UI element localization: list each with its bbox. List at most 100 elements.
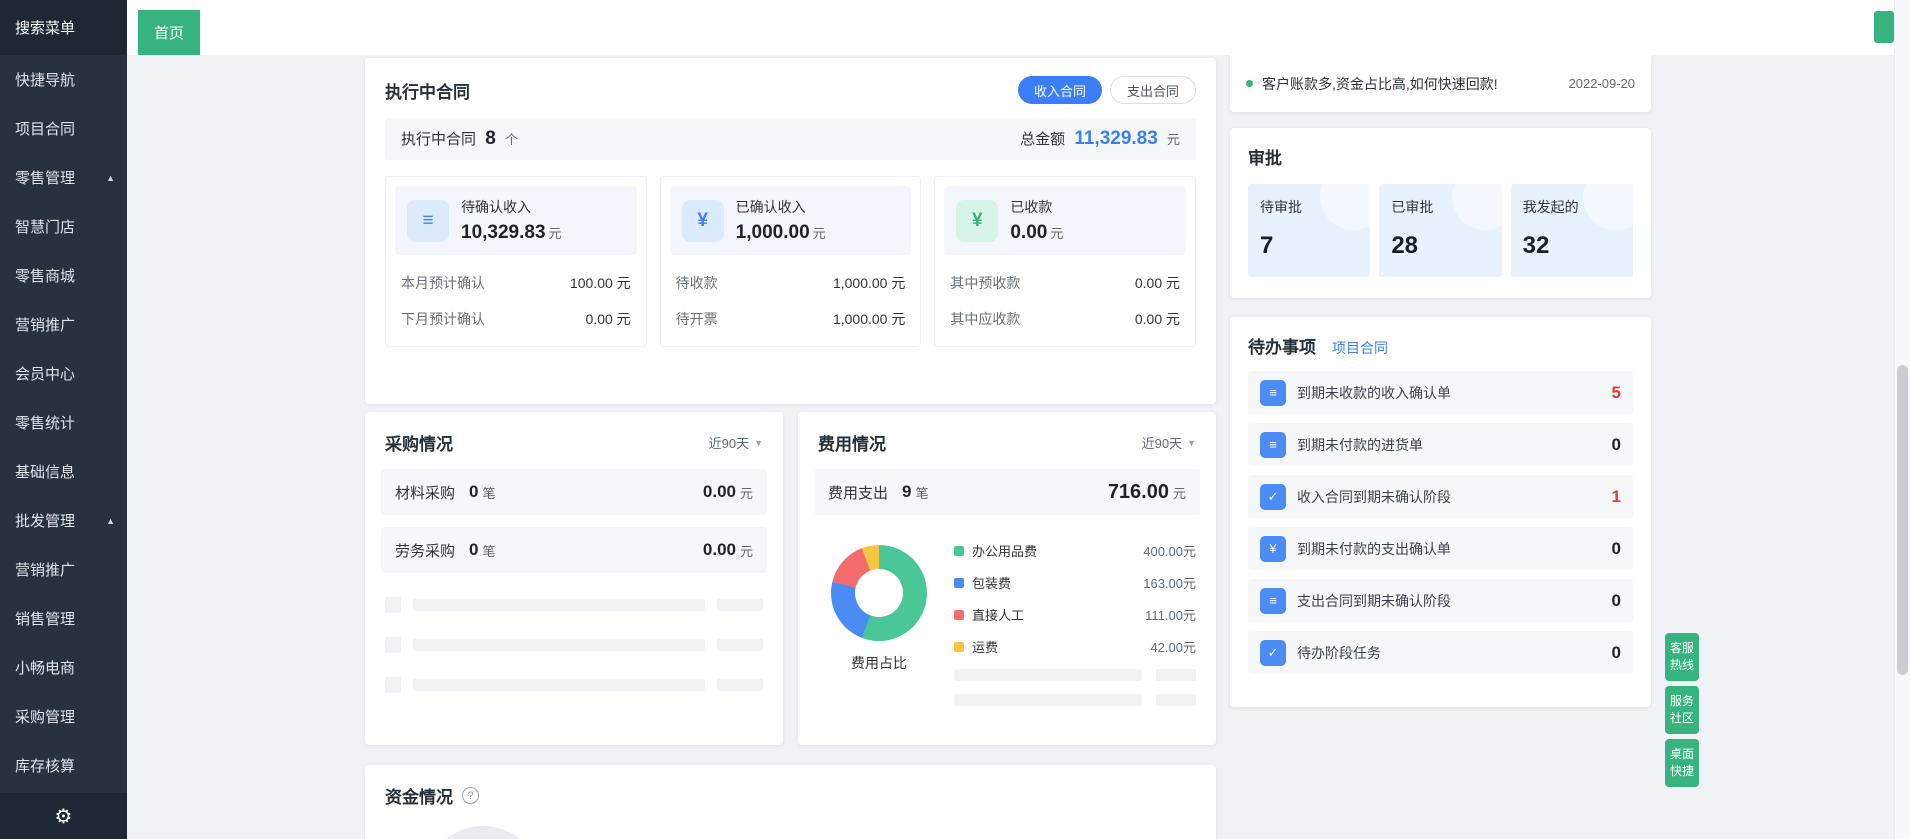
desktop-shortcut-button[interactable]: 桌面 快捷 bbox=[1665, 739, 1699, 787]
customer-service-button[interactable]: 客服 热线 bbox=[1665, 633, 1699, 681]
sidebar-item-label: 零售商城 bbox=[15, 268, 76, 285]
purchase-value-unit: 元 bbox=[739, 543, 753, 559]
legend-label: 运费 bbox=[972, 640, 999, 655]
sidebar-item[interactable]: 会员中心 bbox=[0, 349, 127, 398]
sidebar-item[interactable]: 零售商城 bbox=[0, 251, 127, 300]
service-community-button[interactable]: 服务 社区 bbox=[1665, 686, 1699, 734]
yuan-circle-icon: ¥ bbox=[956, 199, 999, 242]
chevron-up-icon: ▲ bbox=[106, 172, 115, 183]
vertical-scrollbar[interactable] bbox=[1894, 0, 1910, 839]
purchase-card-header: 采购情况 近90天 ▼ bbox=[365, 412, 783, 469]
help-icon[interactable]: ? bbox=[462, 787, 479, 804]
approval-stat-box[interactable]: 已审批 28 bbox=[1379, 184, 1502, 277]
approval-card-title: 审批 bbox=[1248, 149, 1282, 168]
contracts-card-title: 执行中合同 bbox=[385, 82, 470, 102]
tab-home-label: 首页 bbox=[153, 25, 184, 42]
approval-stat-value: 28 bbox=[1391, 232, 1419, 259]
contract-stat-label: 已确认收入 bbox=[735, 199, 806, 215]
todo-item[interactable]: ¥ 到期未付款的支出确认单 0 bbox=[1248, 527, 1633, 570]
sidebar-item[interactable]: 项目合同 bbox=[0, 104, 127, 153]
sidebar-item[interactable]: 零售管理 ▲ bbox=[0, 153, 127, 202]
contract-detail-rows: 待收款 1,000.00 元待开票 1,000.00 元 bbox=[670, 255, 912, 337]
chevron-down-icon: ▼ bbox=[754, 437, 763, 448]
todo-item-count: 0 bbox=[1611, 538, 1621, 558]
skeleton-square bbox=[385, 597, 401, 613]
task-icon: ✓ bbox=[1260, 639, 1286, 666]
contract-total-label: 总金额 bbox=[1020, 131, 1066, 148]
approval-stat-box[interactable]: 我发起的 32 bbox=[1510, 184, 1633, 277]
expense-card-title: 费用情况 bbox=[818, 435, 886, 454]
sidebar-item-label: 销售管理 bbox=[15, 611, 76, 628]
approval-stat-box[interactable]: 待审批 7 bbox=[1248, 184, 1371, 277]
sidebar-item[interactable]: 零售统计 bbox=[0, 398, 127, 447]
skeleton-bar bbox=[954, 669, 1142, 681]
contract-count-group: 执行中合同 8 个 bbox=[401, 128, 518, 150]
tabbar-scroll-button[interactable] bbox=[1874, 11, 1894, 43]
purchase-row-count: 0 bbox=[469, 540, 479, 559]
sidebar-item[interactable]: 快捷导航 bbox=[0, 55, 127, 104]
contract-stat-top: ¥ 已收款 0.00 元 bbox=[944, 186, 1187, 255]
contract-stat-label: 已收款 bbox=[1010, 199, 1053, 215]
document-check-icon: ✓ bbox=[1260, 483, 1286, 510]
sidebar-item[interactable]: 销售管理 bbox=[0, 594, 127, 643]
skeleton-bar bbox=[413, 679, 705, 691]
sidebar-item[interactable]: 库存核算 bbox=[0, 741, 127, 790]
expense-contract-button[interactable]: 支出合同 bbox=[1109, 76, 1196, 104]
todo-card: 待办事项 项目合同 ≡ 到期未收款的收入确认单 5 ≡ 到期未付款的进货单 0 ✓ 收入合同到… bbox=[1230, 317, 1651, 707]
contract-count-value: 8 bbox=[485, 128, 496, 149]
expense-donut-label: 费用占比 bbox=[851, 655, 907, 671]
tab-home[interactable]: 首页 bbox=[138, 10, 200, 55]
contract-detail-row: 下月预计确认 0.00 元 bbox=[401, 301, 631, 337]
contract-stat-box: ¥ 已收款 0.00 元其中预收款 0.00 元其中应收款 0.00 元 bbox=[934, 176, 1197, 347]
legend-label: 办公用品费 bbox=[972, 544, 1038, 559]
todo-item-label: 到期未付款的进货单 bbox=[1297, 436, 1423, 453]
project-contract-link[interactable]: 项目合同 bbox=[1332, 338, 1388, 358]
todo-item[interactable]: ✓ 待办阶段任务 0 bbox=[1248, 631, 1633, 674]
income-contract-button[interactable]: 收入合同 bbox=[1017, 76, 1102, 104]
detail-value: 1,000.00 元 bbox=[832, 275, 906, 291]
sidebar-item[interactable]: 智慧门店 bbox=[0, 202, 127, 251]
expense-summary-strip: 费用支出 9 笔 716.00 元 bbox=[814, 469, 1200, 515]
detail-value: 0.00 元 bbox=[585, 311, 631, 327]
legend-item: 运费 42.00元 bbox=[954, 637, 1196, 656]
purchase-card: 采购情况 近90天 ▼ 材料采购 0 笔 0.00 元劳务采购 0 笔 0.00 元 bbox=[365, 412, 783, 745]
purchase-row-label: 材料采购 bbox=[395, 484, 456, 502]
gear-icon[interactable]: ⚙ bbox=[55, 804, 73, 829]
todo-item[interactable]: ≡ 到期未收款的收入确认单 5 bbox=[1248, 371, 1633, 414]
purchase-range-select[interactable]: 近90天 ▼ bbox=[709, 433, 763, 452]
todo-card-title: 待办事项 bbox=[1248, 338, 1316, 357]
legend-color-swatch bbox=[954, 545, 964, 556]
contract-boxes: ≡ 待确认收入 10,329.83 元本月预计确认 100.00 元下月预计确认 0.00… bbox=[385, 176, 1197, 347]
expense-count: 9 bbox=[902, 482, 912, 501]
sidebar-search[interactable]: 搜索菜单 bbox=[0, 0, 127, 55]
todo-item[interactable]: ≡ 支出合同到期未确认阶段 0 bbox=[1248, 579, 1633, 622]
sidebar-item[interactable]: 采购管理 bbox=[0, 692, 127, 741]
sidebar-item[interactable]: 营销推广 bbox=[0, 545, 127, 594]
sidebar-item[interactable]: 小畅电商 bbox=[0, 643, 127, 692]
detail-label: 下月预计确认 bbox=[401, 311, 485, 327]
contracts-card-header: 执行中合同 收入合同 支出合同 bbox=[365, 58, 1216, 118]
purchase-value-unit: 元 bbox=[739, 485, 753, 501]
todo-item-count: 1 bbox=[1611, 486, 1621, 506]
scrollbar-thumb[interactable] bbox=[1897, 365, 1908, 675]
todo-item[interactable]: ≡ 到期未付款的进货单 0 bbox=[1248, 423, 1633, 466]
contract-detail-rows: 本月预计确认 100.00 元下月预计确认 0.00 元 bbox=[395, 255, 637, 337]
contract-summary-strip: 执行中合同 8 个 总金额 11,329.83 元 bbox=[385, 118, 1196, 160]
sidebar-item[interactable]: 批发管理 ▲ bbox=[0, 496, 127, 545]
sidebar-item[interactable]: 营销推广 bbox=[0, 300, 127, 349]
expense-range-select[interactable]: 近90天 ▼ bbox=[1142, 433, 1196, 452]
topbar: 首页 bbox=[127, 0, 1910, 55]
skeleton-bar bbox=[413, 599, 705, 611]
expense-total-unit: 元 bbox=[1172, 485, 1186, 501]
todo-item[interactable]: ✓ 收入合同到期未确认阶段 1 bbox=[1248, 475, 1633, 518]
value-unit: 元 bbox=[548, 226, 562, 241]
contract-detail-row: 待开票 1,000.00 元 bbox=[676, 301, 906, 337]
sidebar-item-label: 快捷导航 bbox=[15, 72, 76, 89]
news-item[interactable]: 客户账款多,资金占比高,如何快速回款! 2022-09-20 bbox=[1230, 55, 1651, 112]
receipt-income-icon: ≡ bbox=[1260, 379, 1286, 406]
sidebar-item[interactable]: 基础信息 bbox=[0, 447, 127, 496]
detail-label: 其中应收款 bbox=[950, 311, 1021, 327]
approval-stat-value: 32 bbox=[1522, 232, 1550, 259]
contract-total-unit: 元 bbox=[1166, 132, 1180, 147]
detail-value: 1,000.00 元 bbox=[832, 311, 906, 327]
